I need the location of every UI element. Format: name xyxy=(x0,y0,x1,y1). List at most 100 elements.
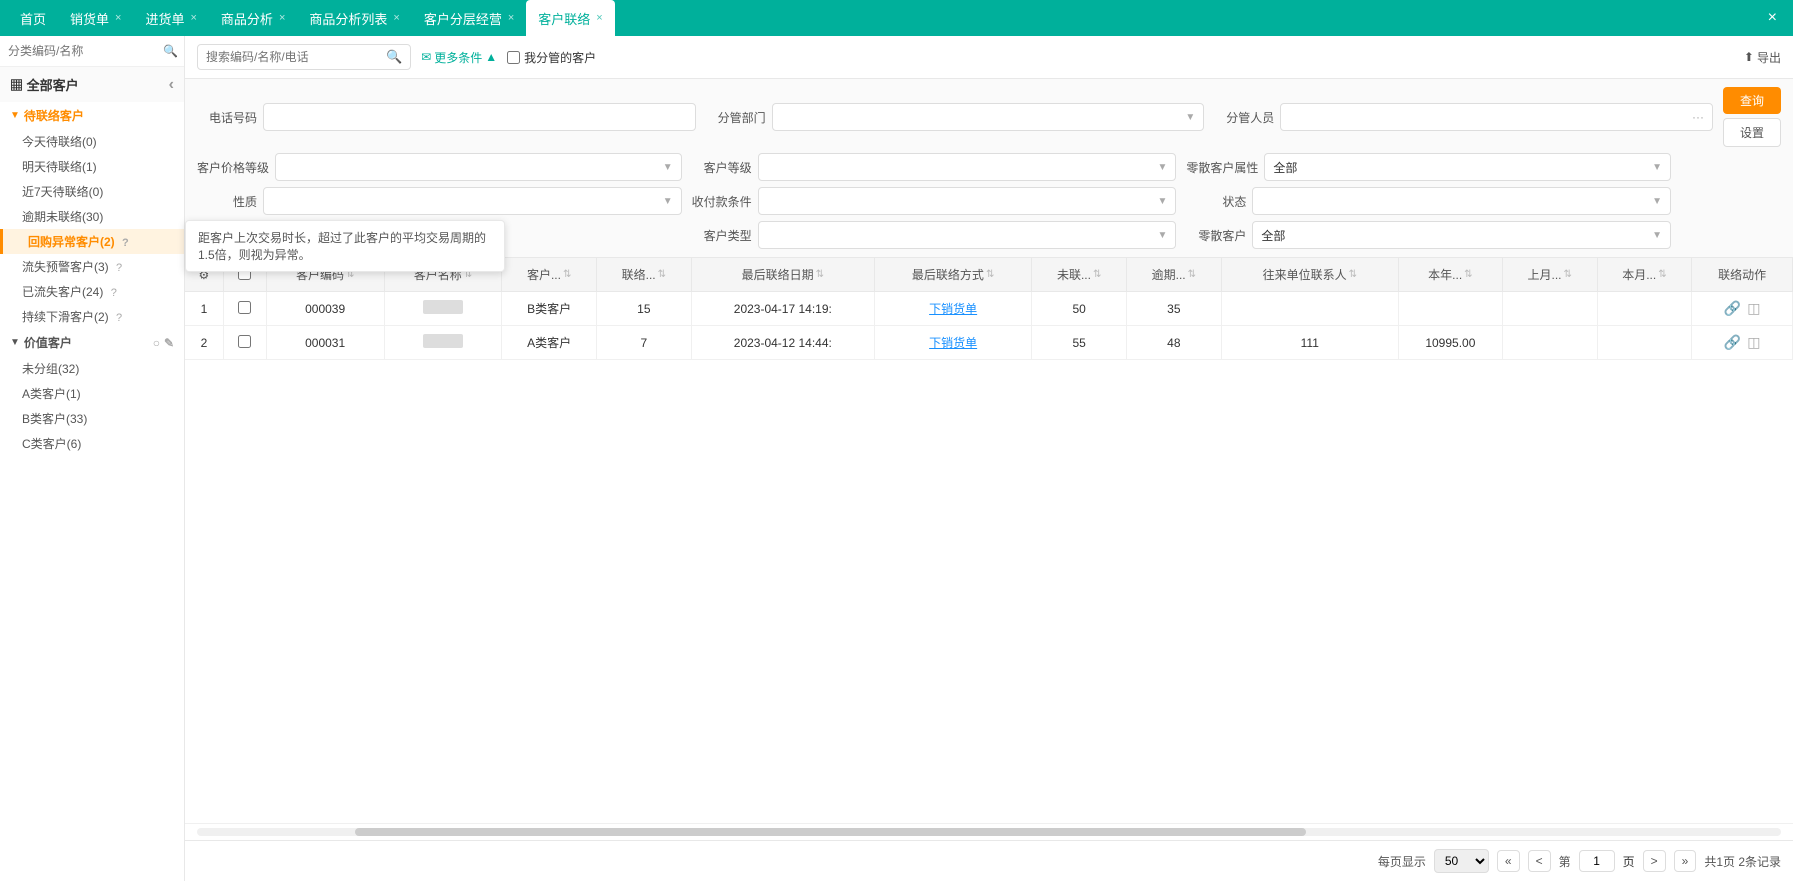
value-customer-section[interactable]: 价值客户 ○ ✎ xyxy=(0,329,184,356)
row2-checkbox[interactable] xyxy=(238,335,251,348)
th-uncontacted[interactable]: 未联... ⇅ xyxy=(1032,258,1127,292)
th-last-contact-date[interactable]: 最后联络日期 ⇅ xyxy=(691,258,874,292)
nav-customer-tier[interactable]: 客户分层经营 × xyxy=(412,0,526,36)
nav-customer-contact[interactable]: 客户联络 × xyxy=(526,0,614,36)
sidebar-item-overdue[interactable]: 逾期未联络(30) xyxy=(0,204,184,229)
sidebar-search-input[interactable] xyxy=(8,44,163,58)
close-product-analysis-list-icon[interactable]: × xyxy=(393,12,399,24)
manager-dots-icon[interactable]: ··· xyxy=(1692,110,1704,124)
close-customer-tier-icon[interactable]: × xyxy=(508,12,514,24)
retail-customer-select[interactable]: 全部 ▼ xyxy=(1252,221,1671,249)
close-sales-order-icon[interactable]: × xyxy=(115,12,121,24)
sidebar-item-a-class[interactable]: A类客户(1) xyxy=(0,381,184,406)
window-close-button[interactable]: × xyxy=(1760,9,1785,27)
sidebar-item-repeat-abnormal[interactable]: 回购异常客户(2) ? xyxy=(0,229,184,254)
close-purchase-order-icon[interactable]: × xyxy=(190,12,196,24)
row2-link-action-icon[interactable]: 🔗 xyxy=(1724,334,1741,351)
customer-level-select[interactable]: ▼ xyxy=(758,153,1177,181)
prev-page-button[interactable]: < xyxy=(1528,850,1551,872)
value-customer-circle-icon[interactable]: ○ xyxy=(153,336,160,350)
setting-button[interactable]: 设置 xyxy=(1723,118,1781,147)
td-actions-1: 🔗 ◫ xyxy=(1692,292,1793,326)
sidebar-item-b-class[interactable]: B类客户(33) xyxy=(0,406,184,431)
per-page-label: 每页显示 xyxy=(1378,853,1426,870)
nav-sales-order[interactable]: 销货单 × xyxy=(58,0,133,36)
row1-grid-action-icon[interactable]: ◫ xyxy=(1747,300,1760,317)
tooltip-repeat-abnormal: 距客户上次交易时长，超过了此客户的平均交易周期的1.5倍，则视为异常。 xyxy=(185,220,505,272)
sidebar-item-tomorrow-pending[interactable]: 明天待联络(1) xyxy=(0,154,184,179)
td-last-method-2[interactable]: 下销货单 xyxy=(874,326,1031,360)
th-last-month[interactable]: 上月... ⇅ xyxy=(1502,258,1597,292)
nav-home[interactable]: 首页 xyxy=(8,0,58,36)
page-input[interactable] xyxy=(1579,850,1615,872)
export-button[interactable]: ⬆ 导出 xyxy=(1744,49,1781,66)
payment-select[interactable]: ▼ xyxy=(758,187,1177,215)
scrollbar-thumb[interactable] xyxy=(355,828,1305,836)
customer-type-select[interactable]: ▼ xyxy=(758,221,1177,249)
sidebar-collapse-icon[interactable]: ‹ xyxy=(169,76,174,94)
sort-customer-type-icon: ⇅ xyxy=(563,269,571,280)
next-page-button[interactable]: > xyxy=(1643,850,1666,872)
td-last-month-1 xyxy=(1502,292,1597,326)
sidebar-search-icon[interactable]: 🔍 xyxy=(163,44,178,58)
nav-purchase-order[interactable]: 进货单 × xyxy=(133,0,208,36)
my-customer-checkbox[interactable] xyxy=(507,51,520,64)
th-overdue[interactable]: 逾期... ⇅ xyxy=(1127,258,1222,292)
sidebar-item-c-class[interactable]: C类客户(6) xyxy=(0,431,184,456)
my-customer-checkbox-container[interactable]: 我分管的客户 xyxy=(507,49,596,66)
more-conditions-button[interactable]: ✉ 更多条件 ▲ xyxy=(421,49,497,66)
page-size-select[interactable]: 50 100 200 xyxy=(1434,849,1489,873)
filter-bar: 🔍 ✉ 更多条件 ▲ 我分管的客户 ⬆ 导出 xyxy=(185,36,1793,79)
td-last-method-1[interactable]: 下销货单 xyxy=(874,292,1031,326)
sidebar-item-continuous-down[interactable]: 持续下滑客户(2) ? xyxy=(0,304,184,329)
price-level-arrow: ▼ xyxy=(663,162,673,173)
th-customer-type[interactable]: 客户... ⇅ xyxy=(502,258,597,292)
price-level-select[interactable]: ▼ xyxy=(275,153,682,181)
last-page-button[interactable]: » xyxy=(1674,850,1697,872)
nature-select[interactable]: ▼ xyxy=(263,187,682,215)
close-product-analysis-icon[interactable]: × xyxy=(279,12,285,24)
th-this-year[interactable]: 本年... ⇅ xyxy=(1398,258,1502,292)
retail-property-select[interactable]: 全部 ▼ xyxy=(1264,153,1671,181)
search-input[interactable] xyxy=(206,50,386,64)
sidebar-item-ungrouped[interactable]: 未分组(32) xyxy=(0,356,184,381)
row1-link-action-icon[interactable]: 🔗 xyxy=(1724,300,1741,317)
th-contact-count[interactable]: 联络... ⇅ xyxy=(597,258,692,292)
row1-checkbox[interactable] xyxy=(238,301,251,314)
first-page-button[interactable]: « xyxy=(1497,850,1520,872)
td-index-2: 2 xyxy=(185,326,223,360)
department-select[interactable]: ▼ xyxy=(772,103,1205,131)
filter-status: 状态 ▼ xyxy=(1186,187,1671,215)
search-icon[interactable]: 🔍 xyxy=(386,49,402,65)
row2-grid-action-icon[interactable]: ◫ xyxy=(1747,334,1760,351)
customer-level-arrow: ▼ xyxy=(1157,162,1167,173)
query-button[interactable]: 查询 xyxy=(1723,87,1781,114)
th-this-month[interactable]: 本月... ⇅ xyxy=(1597,258,1692,292)
manager-select[interactable]: ··· xyxy=(1280,103,1713,131)
nav-product-analysis-list[interactable]: 商品分析列表 × xyxy=(297,0,411,36)
sort-this-month-icon: ⇅ xyxy=(1658,269,1666,280)
customer-type-label: 客户类型 xyxy=(692,227,752,244)
sidebar-item-lost[interactable]: 已流失客户(24) ? xyxy=(0,279,184,304)
sidebar-item-7day-pending[interactable]: 近7天待联络(0) xyxy=(0,179,184,204)
nav-product-analysis[interactable]: 商品分析 × xyxy=(209,0,297,36)
sidebar-all-customers[interactable]: ▦ 全部客户 ‹ xyxy=(0,67,184,102)
td-overdue-1: 35 xyxy=(1127,292,1222,326)
phone-input[interactable] xyxy=(263,103,696,131)
filter-row-2: 客户价格等级 ▼ 客户等级 ▼ 零散客户属性 全部 xyxy=(197,153,1781,181)
th-contact-person[interactable]: 往来单位联系人 ⇅ xyxy=(1221,258,1398,292)
price-level-label: 客户价格等级 xyxy=(197,159,269,176)
sidebar-item-today-pending[interactable]: 今天待联络(0) xyxy=(0,129,184,154)
payment-arrow: ▼ xyxy=(1157,196,1167,207)
th-last-contact-method[interactable]: 最后联络方式 ⇅ xyxy=(874,258,1031,292)
retail-property-arrow: ▼ xyxy=(1652,162,1662,173)
table-row: 2 000031 A类客户 7 2023-04-12 14:44: 下销货单 xyxy=(185,326,1793,360)
status-select[interactable]: ▼ xyxy=(1252,187,1671,215)
filter-department: 分管部门 ▼ xyxy=(706,103,1205,131)
sidebar-item-lost-warning[interactable]: 流失预警客户(3) ? xyxy=(0,254,184,279)
payment-label: 收付款条件 xyxy=(692,193,752,210)
value-customer-edit-icon[interactable]: ✎ xyxy=(164,336,174,350)
td-code-2: 000031 xyxy=(266,326,384,360)
department-label: 分管部门 xyxy=(706,109,766,126)
close-customer-contact-icon[interactable]: × xyxy=(596,12,602,24)
